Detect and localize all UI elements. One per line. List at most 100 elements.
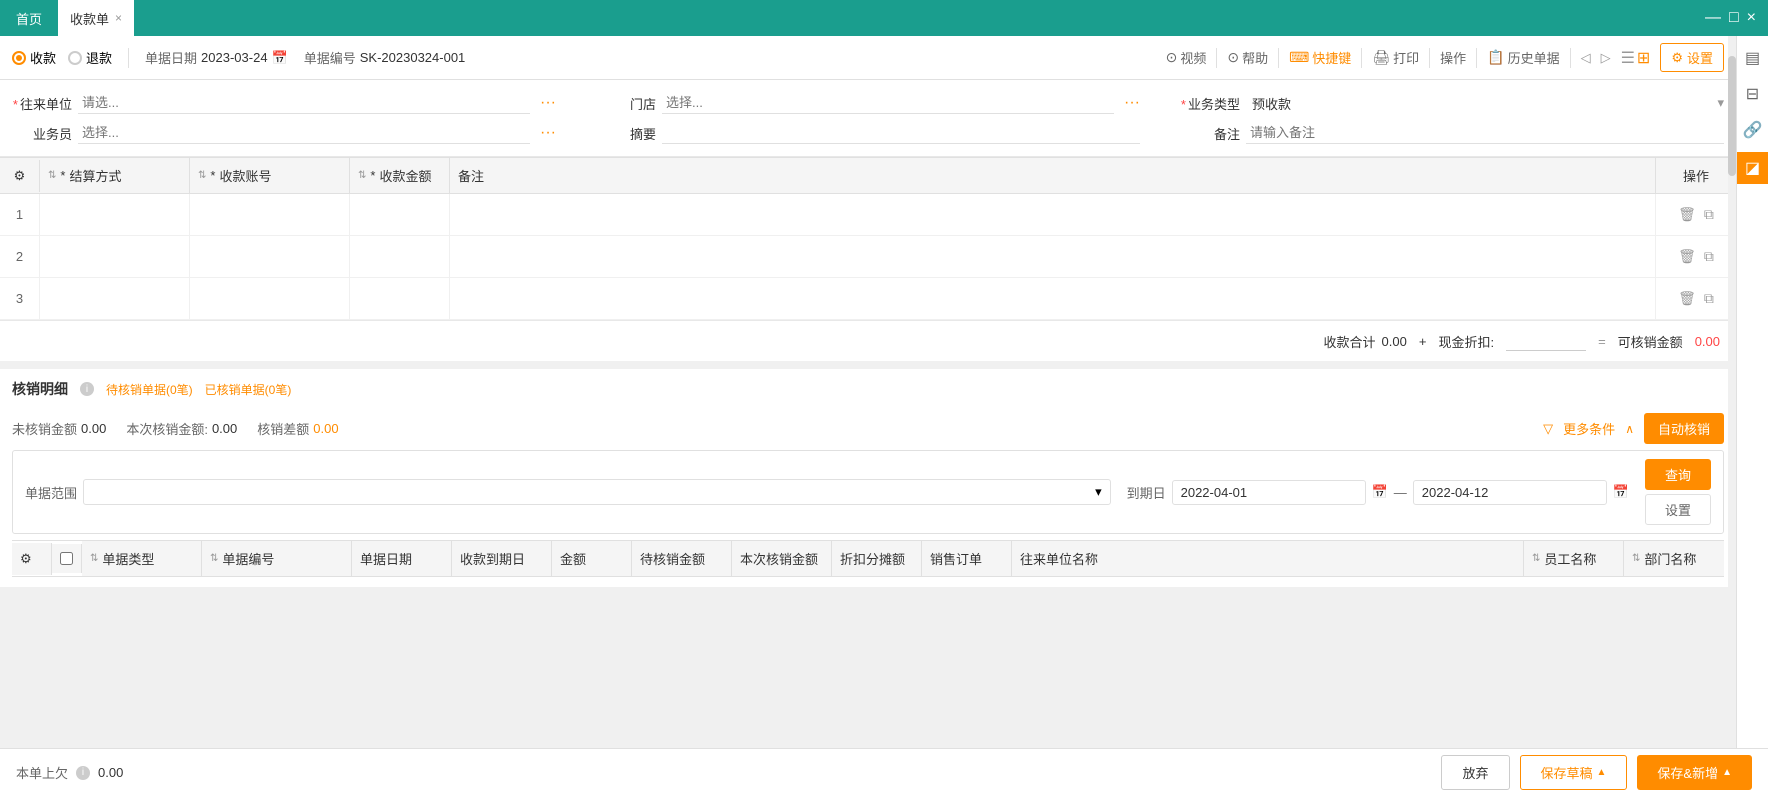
td-settle-2[interactable] (40, 236, 190, 277)
window-min-icon[interactable]: — (1705, 9, 1721, 27)
settle-input-1[interactable] (48, 207, 181, 222)
settings-btn[interactable]: ⚙ 设置 (1660, 43, 1724, 72)
footer-info-icon[interactable]: i (76, 766, 90, 780)
date-start-input[interactable] (1172, 480, 1366, 505)
layout-icons[interactable]: ☰ ⊞ (1621, 48, 1651, 68)
more-conditions-btn[interactable]: 更多条件 (1563, 419, 1615, 438)
bth-checkbox[interactable] (52, 544, 82, 573)
collapse-icon[interactable]: ∧ (1625, 422, 1634, 436)
td-account-2[interactable] (190, 236, 350, 277)
td-account-3[interactable] (190, 278, 350, 319)
remark-input-2[interactable] (458, 249, 1647, 264)
th-settings[interactable]: ⚙ (0, 160, 40, 192)
discard-btn[interactable]: 放弃 (1441, 755, 1509, 790)
draft-btn[interactable]: 保存草稿 ▲ (1520, 755, 1628, 790)
radio-receive-dot (12, 51, 26, 65)
writeoff-settings-btn[interactable]: 设置 (1645, 494, 1711, 525)
settle-input-2[interactable] (48, 249, 181, 264)
next-icon[interactable]: ▷ (1601, 50, 1611, 66)
receipt-type-group: 收款 退款 (12, 48, 112, 67)
sidebar-btn-4[interactable]: ◪ (1737, 152, 1768, 184)
tab-close-icon[interactable]: × (115, 11, 122, 25)
amount-input-2[interactable] (358, 249, 441, 264)
prev-icon[interactable]: ◁ (1581, 50, 1591, 66)
query-btn[interactable]: 查询 (1645, 459, 1711, 490)
settle-input-3[interactable] (48, 291, 181, 306)
bth-settings[interactable]: ⚙ (12, 543, 52, 575)
video-btn[interactable]: ⊙ 视频 (1166, 48, 1207, 67)
history-btn[interactable]: 📋 历史单据 (1487, 48, 1559, 67)
td-amount-1[interactable] (350, 194, 450, 235)
select-all-checkbox[interactable] (60, 552, 73, 565)
partner-more-icon[interactable]: ··· (540, 94, 556, 112)
td-remark-2[interactable] (450, 236, 1656, 277)
td-account-1[interactable] (190, 194, 350, 235)
td-remark-1[interactable] (450, 194, 1656, 235)
settings-icon: ⚙ (14, 168, 26, 184)
shortcut-btn[interactable]: ⌨ 快捷键 (1289, 48, 1351, 67)
partner-input[interactable] (78, 92, 530, 114)
save-btn[interactable]: 保存&新增 ▲ (1637, 755, 1752, 790)
store-field: 门店 ··· (596, 92, 1140, 114)
delete-row-1-icon[interactable]: 🗑 (1678, 206, 1696, 223)
save-chevron-icon: ▲ (1722, 767, 1732, 778)
store-more-icon[interactable]: ··· (1124, 94, 1140, 112)
account-input-2[interactable] (198, 249, 341, 264)
sidebar-attachment-icon[interactable]: 🔗 (1739, 116, 1767, 144)
account-input-3[interactable] (198, 291, 341, 306)
window-max-icon[interactable]: □ (1729, 9, 1739, 27)
account-input-1[interactable] (198, 207, 341, 222)
cal-end-icon[interactable]: 📅 (1613, 484, 1629, 500)
td-settle-1[interactable] (40, 194, 190, 235)
list-icon: ☰ (1621, 48, 1635, 68)
store-input[interactable] (662, 92, 1114, 114)
amount-input-1[interactable] (358, 207, 441, 222)
tab-home[interactable]: 首页 (0, 0, 58, 36)
delete-row-2-icon[interactable]: 🗑 (1678, 248, 1696, 265)
radio-refund[interactable]: 退款 (68, 48, 112, 67)
sidebar-btn-1[interactable]: ▤ (1741, 44, 1764, 72)
delete-row-3-icon[interactable]: 🗑 (1678, 290, 1696, 307)
diff-label: 核销差额 (257, 419, 309, 438)
remark-input[interactable] (1246, 122, 1724, 144)
window-close-icon[interactable]: × (1747, 9, 1756, 27)
table-row: 1 🗑 ⧉ (0, 194, 1736, 236)
discount-input[interactable] (1506, 331, 1586, 351)
staff-input[interactable] (78, 122, 530, 144)
tab-active[interactable]: 收款单 × (58, 0, 134, 36)
scrollbar-thumb[interactable] (1728, 56, 1736, 176)
done-tab[interactable]: 已核销单据(0笔) (205, 381, 292, 398)
print-btn[interactable]: 🖨 打印 (1372, 48, 1419, 67)
cal-start-icon[interactable]: 📅 (1372, 484, 1388, 500)
remark-input-1[interactable] (458, 207, 1647, 222)
pending-tab[interactable]: 待核销单据(0笔) (106, 381, 193, 398)
summary-field: 摘要 (596, 122, 1140, 144)
auto-writeoff-btn[interactable]: 自动核销 (1644, 413, 1724, 444)
operate-btn[interactable]: 操作 (1440, 48, 1466, 67)
help-btn[interactable]: ⊙ 帮助 (1227, 48, 1268, 67)
copy-row-2-icon[interactable]: ⧉ (1704, 248, 1714, 265)
td-settle-3[interactable] (40, 278, 190, 319)
copy-row-1-icon[interactable]: ⧉ (1704, 206, 1714, 223)
amount-input-3[interactable] (358, 291, 441, 306)
remark-input-3[interactable] (458, 291, 1647, 306)
form-area: *往来单位 ··· 门店 ··· *业务类型 预收款 ▾ 业务员 ··· (0, 80, 1736, 157)
biz-type-dropdown-icon[interactable]: ▾ (1717, 95, 1724, 111)
td-amount-3[interactable] (350, 278, 450, 319)
td-remark-3[interactable] (450, 278, 1656, 319)
summary-input[interactable] (662, 122, 1140, 144)
divider-4 (1361, 48, 1362, 68)
range-select[interactable]: ▾ (83, 479, 1111, 505)
radio-receive[interactable]: 收款 (12, 48, 56, 67)
calendar-icon[interactable]: 📅 (272, 50, 288, 66)
tab-bar: 首页 收款单 × — □ × (0, 0, 1768, 36)
date-end-input[interactable] (1413, 480, 1607, 505)
radio-refund-dot (68, 51, 82, 65)
copy-row-3-icon[interactable]: ⧉ (1704, 290, 1714, 307)
td-amount-2[interactable] (350, 236, 450, 277)
sidebar-btn-2[interactable]: ⊟ (1742, 80, 1763, 108)
footer-value: 0.00 (98, 765, 123, 780)
print-icon: 🖨 (1372, 49, 1390, 66)
writeoff-info-icon[interactable]: i (80, 382, 94, 396)
staff-more-icon[interactable]: ··· (540, 124, 556, 142)
